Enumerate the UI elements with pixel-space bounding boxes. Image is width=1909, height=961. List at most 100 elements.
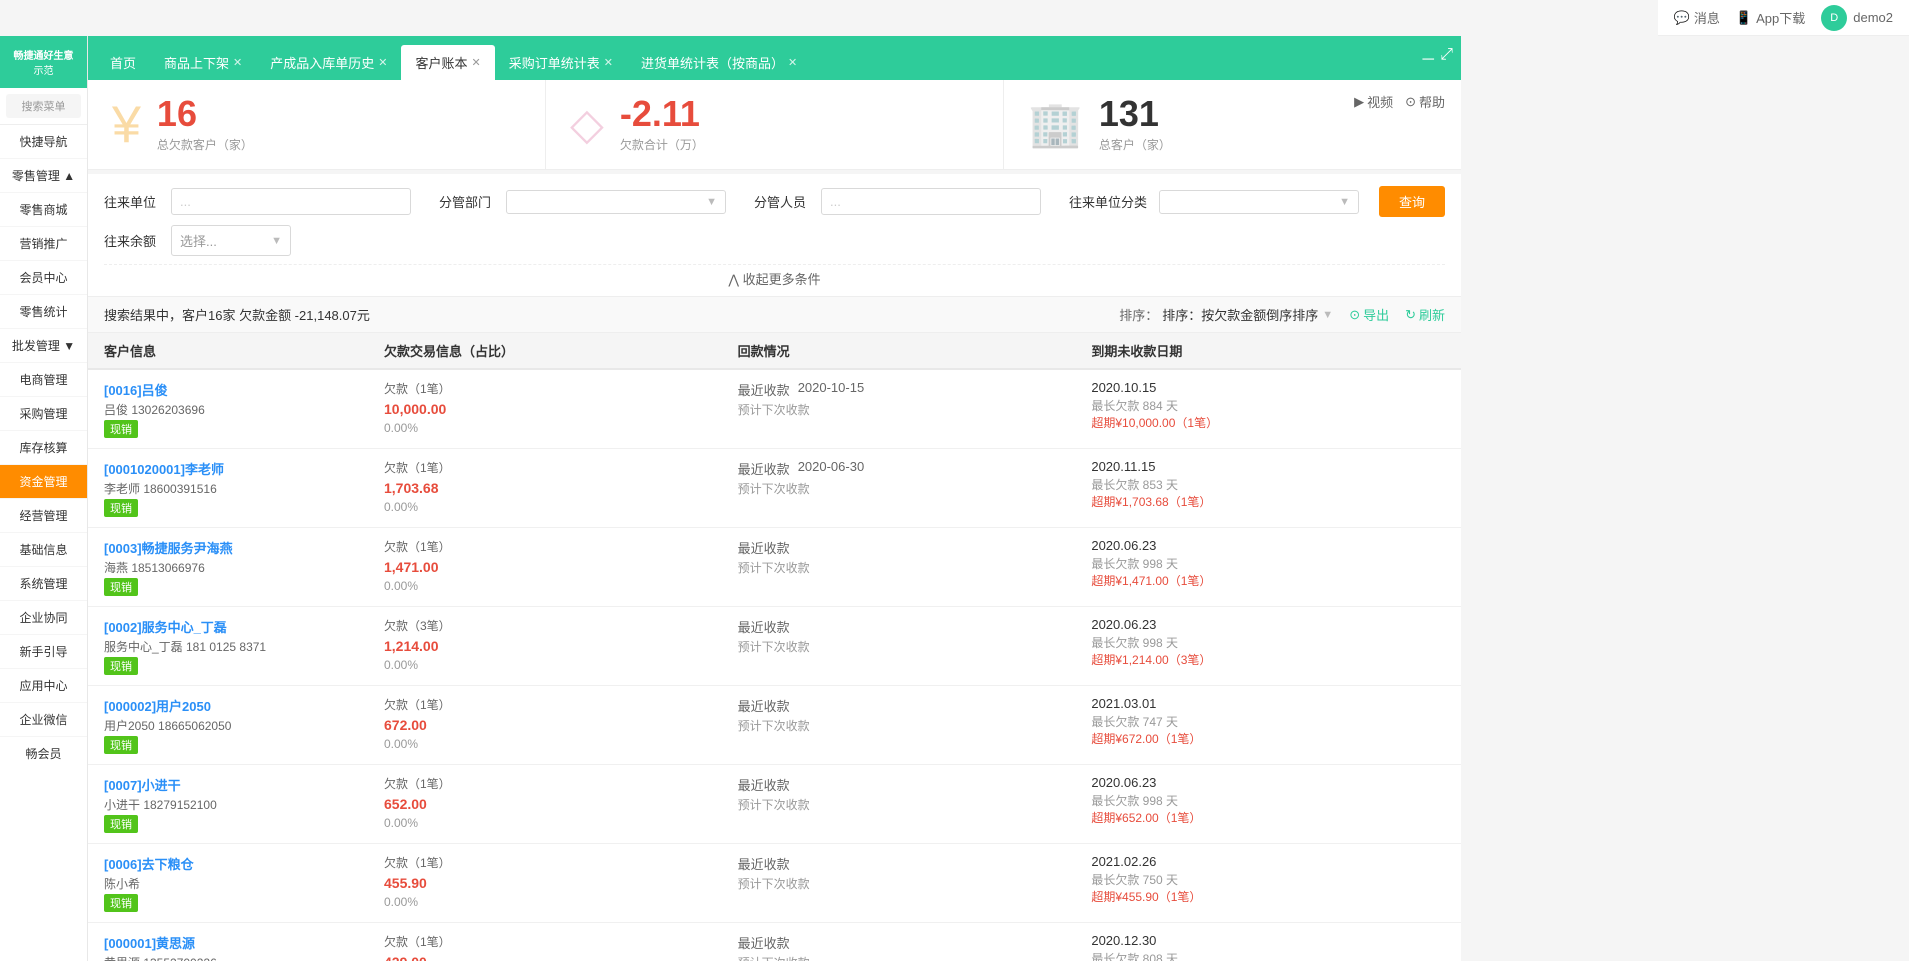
overdue-link[interactable]: 超期¥1,703.68（1笔） <box>1091 493 1445 510</box>
debt-pct: 0.00% <box>384 579 738 593</box>
help-icon: ⊙ <box>1405 94 1416 110</box>
overdue-link[interactable]: 超期¥10,000.00（1笔） <box>1091 414 1445 431</box>
debt-amount[interactable]: 10,000.00 <box>384 401 738 417</box>
sidebar-item-finance[interactable]: 资金管理 <box>0 465 87 499</box>
sidebar-item-member-pro[interactable]: 畅会员 <box>0 737 87 770</box>
filter-select-category[interactable]: ▼ <box>1159 190 1359 214</box>
sidebar-item-ecommerce[interactable]: 电商管理 <box>0 363 87 397</box>
debt-pct: 0.00% <box>384 816 738 830</box>
chevron-up-icon: ⋀ <box>728 272 742 287</box>
customer-name[interactable]: [000002]用户2050 <box>104 696 384 715</box>
overdue-link[interactable]: 超期¥1,214.00（3笔） <box>1091 651 1445 668</box>
export-btn[interactable]: ⊙ 导出 <box>1349 305 1389 324</box>
refresh-btn[interactable]: ↻ 刷新 <box>1405 305 1445 324</box>
debt-pct: 0.00% <box>384 737 738 751</box>
sidebar-item-retail-mgmt[interactable]: 零售管理 ▲ <box>0 159 87 193</box>
overdue-days: 最长欠款 853 天 <box>1091 476 1445 493</box>
col-header-customer: 客户信息 <box>104 341 384 360</box>
stats-row: ¥ 16 总欠款客户（家） ◇ -2.11 欠款合计（万） 🏢 <box>88 80 1461 170</box>
message-icon: 💬 <box>1674 10 1690 26</box>
tab-collapse-icon[interactable]: － <box>1420 46 1436 70</box>
sidebar-item-retail-stats[interactable]: 零售统计 <box>0 295 87 329</box>
tab-customer-account[interactable]: 客户账本 ✕ <box>401 45 494 80</box>
debt-amount[interactable]: 455.90 <box>384 875 738 891</box>
table-row: [000001]黄思源 黄思源 13552700226 现销 欠款（1笔） 42… <box>88 923 1461 961</box>
debt-amount[interactable]: 652.00 <box>384 796 738 812</box>
filter-input-unit[interactable]: ... <box>171 188 411 215</box>
user-menu[interactable]: D demo2 <box>1821 5 1893 31</box>
recovery-next: 预计下次收款 <box>738 401 1092 418</box>
sort-selector[interactable]: 排序： 排序：按欠款金额倒序排序 ▼ <box>1119 305 1333 324</box>
tab-close-product-shelf[interactable]: ✕ <box>233 56 242 69</box>
recovery-info: 最近收款 <box>738 854 1092 873</box>
sidebar-item-inventory[interactable]: 库存核算 <box>0 431 87 465</box>
collapse-more-btn[interactable]: ⋀ 收起更多条件 <box>104 264 1445 292</box>
sidebar-item-new-guide[interactable]: 新手引导 <box>0 635 87 669</box>
debt-amount[interactable]: 1,214.00 <box>384 638 738 654</box>
sidebar-item-app-center[interactable]: 应用中心 <box>0 669 87 703</box>
debt-amount[interactable]: 1,471.00 <box>384 559 738 575</box>
overdue-days: 最长欠款 884 天 <box>1091 397 1445 414</box>
customer-name[interactable]: [0003]畅捷服务尹海燕 <box>104 538 384 557</box>
sidebar-item-purchase[interactable]: 采购管理 <box>0 397 87 431</box>
customer-name[interactable]: [0016]吕俊 <box>104 380 384 399</box>
tab-home[interactable]: 首页 <box>96 45 150 80</box>
customer-sub: 用户2050 18665062050 <box>104 717 384 734</box>
debt-amount[interactable]: 429.00 <box>384 954 738 961</box>
tab-purchase-stats2[interactable]: 进货单统计表（按商品） ✕ <box>627 45 811 80</box>
help-btn[interactable]: ⊙ 帮助 <box>1405 92 1445 111</box>
debt-amount[interactable]: 1,703.68 <box>384 480 738 496</box>
overdue-link[interactable]: 超期¥672.00（1笔） <box>1091 730 1445 747</box>
tab-expand-icon[interactable]: ⤢ <box>1440 46 1453 70</box>
customer-tag: 现销 <box>104 894 138 912</box>
sidebar-search-btn[interactable]: 搜索菜单 <box>0 88 87 125</box>
export-icon: ⊙ <box>1349 307 1360 323</box>
message-btn[interactable]: 💬 消息 <box>1674 8 1720 27</box>
tab-close-customer-account[interactable]: ✕ <box>472 56 481 69</box>
sidebar-item-marketing[interactable]: 营销推广 <box>0 227 87 261</box>
customer-name[interactable]: [000001]黄思源 <box>104 933 384 952</box>
due-date: 2020.06.23 <box>1091 538 1445 553</box>
recovery-next: 预计下次收款 <box>738 954 1092 961</box>
tab-close-product-history[interactable]: ✕ <box>378 56 387 69</box>
sidebar-item-enterprise-collab[interactable]: 企业协同 <box>0 601 87 635</box>
overdue-link[interactable]: 超期¥652.00（1笔） <box>1091 809 1445 826</box>
tab-product-history[interactable]: 产成品入库单历史 ✕ <box>256 45 401 80</box>
debt-count: 欠款（1笔） <box>384 538 738 555</box>
customer-name[interactable]: [0007]小进干 <box>104 775 384 794</box>
recovery-info: 最近收款 <box>738 617 1092 636</box>
due-date: 2020.10.15 <box>1091 380 1445 395</box>
sidebar-item-retail-mall[interactable]: 零售商城 <box>0 193 87 227</box>
customer-tag: 现销 <box>104 815 138 833</box>
stat-label-debit-customers: 总欠款客户（家） <box>157 136 253 153</box>
tab-close-purchase-stats2[interactable]: ✕ <box>788 56 797 69</box>
sidebar-item-operations[interactable]: 经营管理 <box>0 499 87 533</box>
recovery-info: 最近收款 <box>738 775 1092 794</box>
debt-amount[interactable]: 672.00 <box>384 717 738 733</box>
stat-label-debit-amount: 欠款合计（万） <box>620 136 704 153</box>
customer-name[interactable]: [0006]去下粮仓 <box>104 854 384 873</box>
filter-select-dept[interactable]: ▼ <box>506 190 726 214</box>
table-row: [0016]吕俊 吕俊 13026203696 现销 欠款（1笔） 10,000… <box>88 370 1461 449</box>
tab-product-shelf[interactable]: 商品上下架 ✕ <box>150 45 256 80</box>
sidebar-item-batch-mgmt[interactable]: 批发管理 ▼ <box>0 329 87 363</box>
customer-name[interactable]: [0001020001]李老师 <box>104 459 384 478</box>
app-download-btn[interactable]: 📱 App下载 <box>1736 8 1805 27</box>
sidebar-item-quick-nav[interactable]: 快捷导航 <box>0 125 87 159</box>
tab-close-purchase-stats[interactable]: ✕ <box>604 56 613 69</box>
stat-label-total-customers: 总客户（家） <box>1099 136 1171 153</box>
due-date: 2021.02.26 <box>1091 854 1445 869</box>
sidebar-item-basic-info[interactable]: 基础信息 <box>0 533 87 567</box>
sidebar-item-member[interactable]: 会员中心 <box>0 261 87 295</box>
tab-purchase-stats[interactable]: 采购订单统计表 ✕ <box>495 45 627 80</box>
filter-select-balance[interactable]: 选择... ▼ <box>171 225 291 256</box>
overdue-link[interactable]: 超期¥1,471.00（1笔） <box>1091 572 1445 589</box>
overdue-link[interactable]: 超期¥455.90（1笔） <box>1091 888 1445 905</box>
customer-name[interactable]: [0002]服务中心_丁磊 <box>104 617 384 636</box>
filter-input-person[interactable]: ... <box>821 188 1041 215</box>
sidebar-item-enterprise-wechat[interactable]: 企业微信 <box>0 703 87 737</box>
col-header-debt: 欠款交易信息（占比） <box>384 341 738 360</box>
sidebar-item-system[interactable]: 系统管理 <box>0 567 87 601</box>
video-help-btn[interactable]: ▶ 视频 <box>1354 92 1393 111</box>
query-button[interactable]: 查询 <box>1379 186 1445 217</box>
